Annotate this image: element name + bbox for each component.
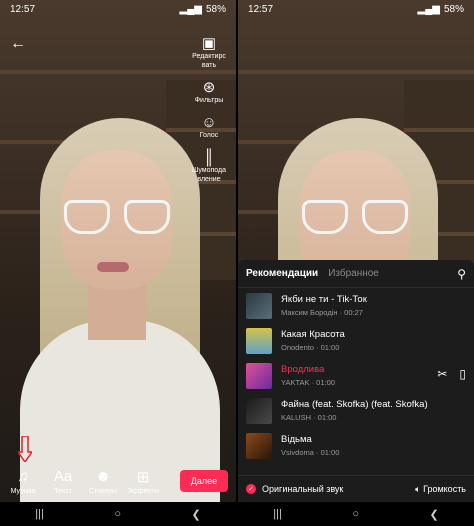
edit-video-label: Редактирс вать: [192, 53, 226, 69]
song-meta: Onodento · 01:00: [281, 343, 340, 352]
song-title: Файна (feat. Skofka) (feat. Skofka): [281, 399, 428, 410]
recent-apps-icon[interactable]: |||: [35, 508, 44, 520]
song-title: Какая Красота: [281, 329, 345, 340]
tab-recommended[interactable]: Рекомендации: [246, 268, 318, 279]
stickers-tab[interactable]: ☻ Стикеры: [86, 468, 120, 495]
volume-button[interactable]: 🔈︎ Громкость: [415, 484, 466, 495]
song-row[interactable]: Какая Красота Onodento · 01:00: [238, 323, 474, 358]
song-title: Відьма: [281, 434, 312, 445]
scissors-icon[interactable]: ✂: [437, 367, 447, 381]
music-picker-screen: 12:57 ▂▄▆ 58% Рекомендации Избранное ⚲ Як…: [238, 0, 474, 526]
shelf: [238, 70, 474, 74]
back-nav-icon[interactable]: ❮: [430, 508, 439, 521]
edit-video-button[interactable]: ▣ Редактирс вать: [192, 34, 226, 70]
search-icon[interactable]: ⚲: [457, 267, 466, 281]
noise-reduction-button[interactable]: ║ Шумопода вление: [192, 148, 226, 184]
song-row-selected[interactable]: Вродлива YAKTAK · 01:00 ✂ ▯: [238, 358, 474, 393]
back-nav-icon[interactable]: ❮: [192, 508, 201, 521]
battery-level: 58%: [443, 3, 464, 15]
edit-video-icon: ▣: [201, 35, 217, 52]
clock: 12:57: [10, 3, 36, 15]
system-nav-bar: ||| ○ ❮: [238, 502, 474, 526]
song-title: Вродлива: [281, 364, 325, 375]
sticker-icon: ☻: [95, 468, 111, 485]
side-toolbar: ▣ Редактирс вать ⊛ Фильтры ☺ Голос ║ Шум…: [186, 34, 232, 184]
text-label: Текст: [54, 487, 72, 495]
tab-favorites[interactable]: Избранное: [328, 268, 379, 279]
home-icon[interactable]: ○: [352, 508, 359, 520]
voice-button[interactable]: ☺ Голос: [200, 113, 219, 140]
editor-screen: 12:57 ▂▄▆ 58% ← ▣ Редактирс вать ⊛ Фильтр…: [0, 0, 236, 526]
song-cover: [246, 362, 272, 389]
signal-icon: ▂▄▆: [179, 3, 202, 15]
filters-icon: ⊛: [202, 79, 216, 96]
clock: 12:57: [248, 3, 274, 15]
song-cover: [246, 292, 272, 319]
battery-level: 58%: [205, 3, 226, 15]
filters-label: Фильтры: [194, 97, 224, 104]
music-sheet: Рекомендации Избранное ⚲ Якби не ти - Ti…: [238, 260, 474, 502]
check-icon[interactable]: ✓: [246, 484, 256, 494]
song-meta: KALUSH · 01:00: [281, 413, 337, 422]
text-icon: Aa: [53, 468, 73, 485]
signal-icon: ▂▄▆: [417, 3, 440, 15]
voice-label: Голос: [199, 132, 219, 139]
stickers-label: Стикеры: [88, 487, 118, 495]
filters-button[interactable]: ⊛ Фильтры: [195, 78, 224, 105]
song-title: Якби не ти - Tik-Ток: [281, 294, 367, 305]
song-cover: [246, 327, 272, 354]
home-icon[interactable]: ○: [114, 508, 121, 520]
effects-tab[interactable]: ⊞ Эффекты: [126, 468, 160, 495]
recent-apps-icon[interactable]: |||: [273, 508, 282, 520]
song-cover: [246, 432, 272, 459]
volume-label: Громкость: [423, 484, 466, 494]
song-row[interactable]: Файна (feat. Skofka) (feat. Skofka) KALU…: [238, 393, 474, 428]
music-tabs: Рекомендации Избранное ⚲: [238, 260, 474, 288]
song-row[interactable]: Відьма Vsivdoma · 01:00: [238, 428, 474, 463]
noise-reduction-label: Шумопода вление: [191, 167, 227, 183]
song-meta: Максим Бородін · 00:27: [281, 308, 363, 317]
next-button[interactable]: Далее: [180, 470, 228, 492]
glasses: [302, 200, 408, 240]
red-arrow-annotation: [18, 436, 32, 462]
song-row[interactable]: Якби не ти - Tik-Ток Максим Бородін · 00…: [238, 288, 474, 323]
effects-icon: ⊞: [136, 468, 150, 486]
text-tab[interactable]: Aa Текст: [46, 468, 80, 495]
status-bar: 12:57 ▂▄▆ 58%: [238, 0, 474, 18]
speaker-icon: 🔈︎: [415, 484, 421, 494]
glasses: [64, 200, 170, 240]
music-tab[interactable]: ♫ Музыка: [6, 468, 40, 495]
song-meta: YAKTAK · 01:00: [281, 378, 335, 387]
voice-icon: ☺: [201, 113, 217, 131]
song-cover: [246, 397, 272, 424]
original-sound-label[interactable]: Оригинальный звук: [262, 484, 343, 494]
status-bar: 12:57 ▂▄▆ 58%: [0, 0, 236, 18]
arrow-left-icon[interactable]: ←: [10, 35, 26, 53]
system-nav-bar: ||| ○ ❮: [0, 502, 236, 526]
effects-label: Эффекты: [127, 487, 159, 495]
bookmark-icon[interactable]: ▯: [459, 367, 466, 381]
song-meta: Vsivdoma · 01:00: [281, 448, 340, 457]
music-note-icon: ♫: [17, 468, 29, 485]
noise-reduction-icon: ║: [203, 148, 215, 166]
original-sound-row: ✓ Оригинальный звук 🔈︎ Громкость: [238, 475, 474, 502]
lips: [97, 262, 129, 272]
music-label: Музыка: [10, 487, 36, 495]
